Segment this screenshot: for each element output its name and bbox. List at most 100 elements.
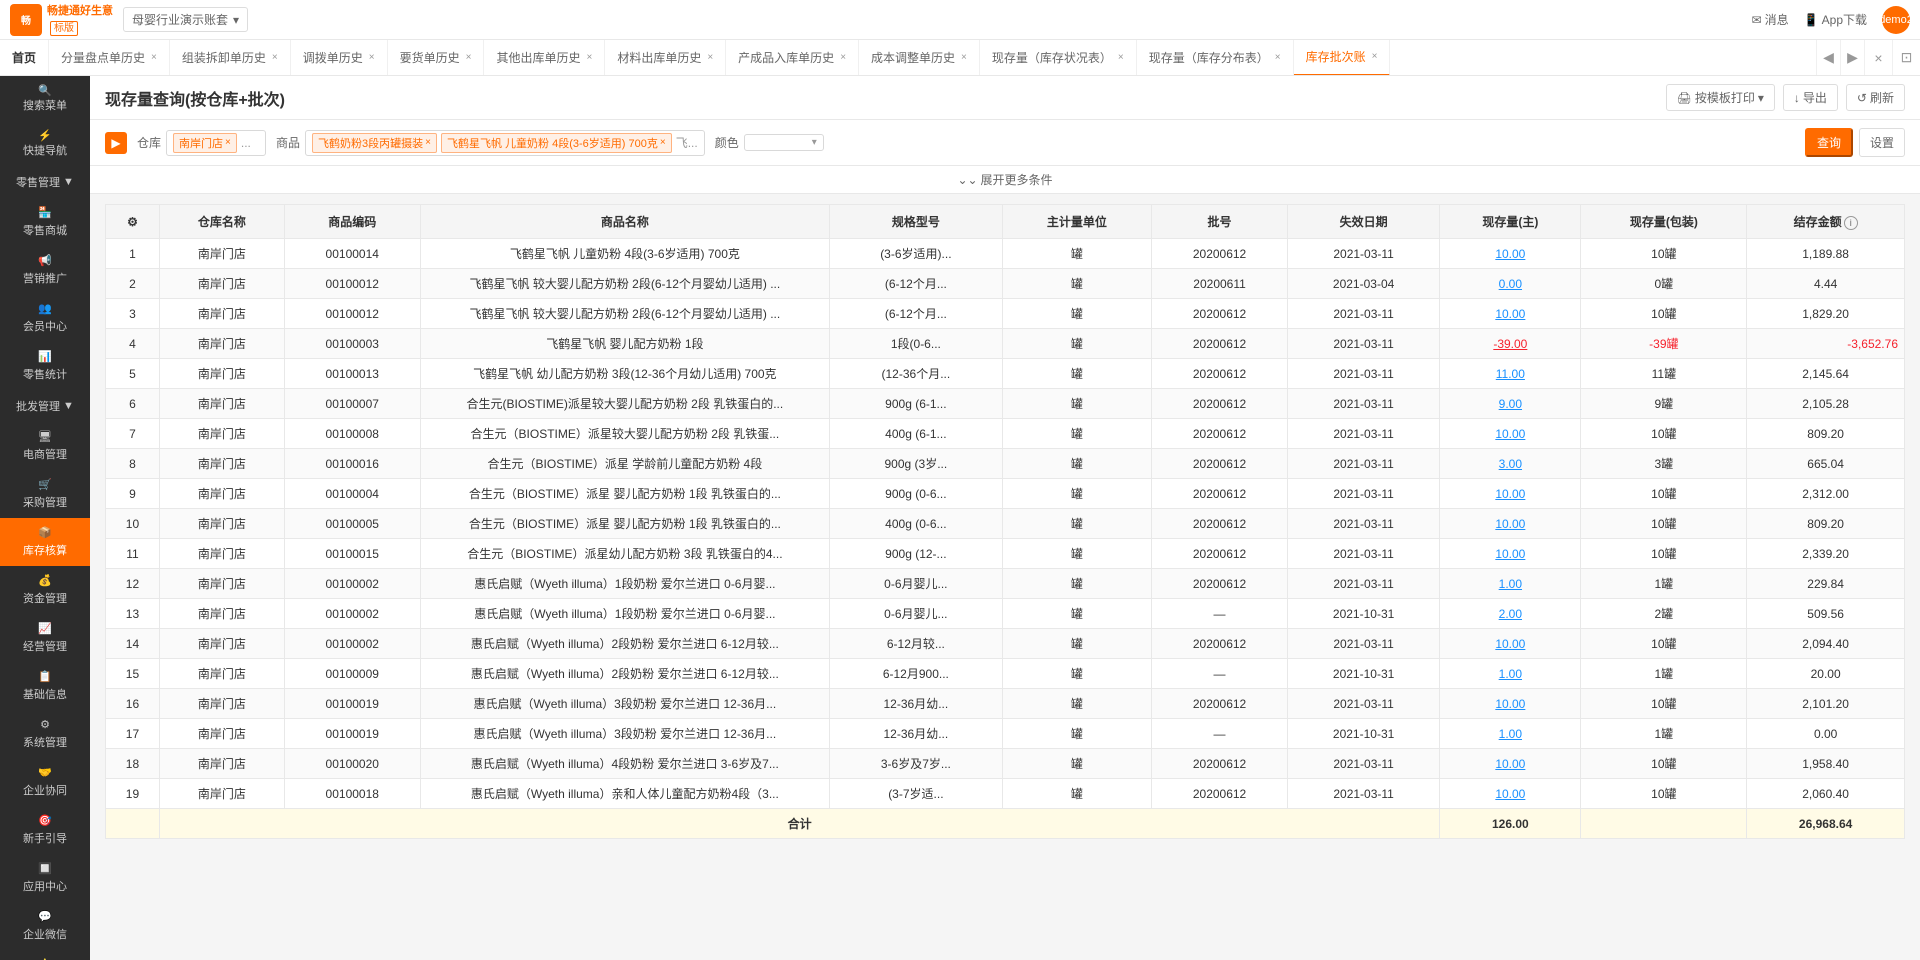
tab-8-close[interactable]: × — [961, 52, 967, 63]
members-icon: 👥 — [38, 302, 52, 315]
product-filter-tags[interactable]: 飞鹤奶粉3段丙罐摄装 × 飞鹤星飞帆 儿童奶粉 4段(3-6岁适用) 700克 … — [305, 130, 705, 156]
sidebar-item-finance[interactable]: 💰 资金管理 — [0, 566, 90, 614]
tab-10[interactable]: 现存量（库存分布表） × — [1137, 40, 1294, 76]
warehouse-more[interactable]: ... — [241, 136, 251, 150]
nav-maximize[interactable]: ⊡ — [1892, 40, 1920, 76]
sidebar-item-ecommerce[interactable]: 🖥 电商管理 — [0, 422, 90, 470]
cell-stock-main[interactable]: 1.00 — [1440, 659, 1581, 689]
tab-1[interactable]: 分量盘点单历史 × — [49, 40, 170, 76]
cell-stock-main[interactable]: 10.00 — [1440, 689, 1581, 719]
industry-selector[interactable]: 母婴行业演示账套 ▾ — [123, 7, 248, 32]
nav-close-all[interactable]: × — [1864, 40, 1892, 76]
product-tag-1-close[interactable]: × — [425, 137, 431, 148]
sidebar-quick-nav[interactable]: ⚡ 快捷导航 — [0, 121, 90, 166]
sidebar-item-enterprise[interactable]: 🤝 企业协同 — [0, 758, 90, 806]
expand-more-button[interactable]: ⌄⌄ 展开更多条件 — [957, 171, 1052, 188]
sidebar-item-wechat[interactable]: 💬 企业微信 — [0, 902, 90, 950]
tab-home[interactable]: 首页 — [0, 40, 49, 76]
sidebar-item-operations[interactable]: 📈 经营管理 — [0, 614, 90, 662]
cell-stock-pkg: 10罐 — [1581, 479, 1747, 509]
sidebar-item-inventory[interactable]: 📦 库存核算 — [0, 518, 90, 566]
cell-stock-main[interactable]: -39.00 — [1440, 329, 1581, 359]
cell-stock-main[interactable]: 0.00 — [1440, 269, 1581, 299]
sidebar-item-purchase[interactable]: 🛒 采购管理 — [0, 470, 90, 518]
sidebar-item-vip[interactable]: ⭐ 畅会员 — [0, 950, 90, 960]
product-tag-1[interactable]: 飞鹤奶粉3段丙罐摄装 × — [312, 133, 437, 153]
cell-stock-main[interactable]: 10.00 — [1440, 299, 1581, 329]
settings-button[interactable]: 设置 — [1859, 128, 1905, 157]
sidebar-item-marketing[interactable]: 📢 营销推广 — [0, 246, 90, 294]
cell-stock-main[interactable]: 3.00 — [1440, 449, 1581, 479]
tab-4-close[interactable]: × — [466, 52, 472, 63]
warehouse-tag-close[interactable]: × — [225, 137, 231, 148]
balance-info-icon[interactable]: i — [1844, 216, 1858, 230]
cell-stock-main[interactable]: 10.00 — [1440, 509, 1581, 539]
tab-3[interactable]: 调拨单历史 × — [291, 40, 388, 76]
sidebar-search[interactable]: 🔍 搜索菜单 — [0, 76, 90, 121]
table-settings-icon[interactable]: ⚙ — [127, 215, 138, 229]
cell-stock-main[interactable]: 10.00 — [1440, 479, 1581, 509]
tab-11[interactable]: 库存批次账 × — [1294, 40, 1391, 76]
product-filter: 商品 飞鹤奶粉3段丙罐摄装 × 飞鹤星飞帆 儿童奶粉 4段(3-6岁适用) 70… — [276, 130, 705, 156]
tab-9-close[interactable]: × — [1118, 52, 1124, 63]
tab-7-close[interactable]: × — [840, 52, 846, 63]
cell-stock-main[interactable]: 1.00 — [1440, 569, 1581, 599]
cell-stock-main[interactable]: 2.00 — [1440, 599, 1581, 629]
cell-batch: 20200612 — [1152, 419, 1288, 449]
sidebar-item-guide[interactable]: 🎯 新手引导 — [0, 806, 90, 854]
tab-4[interactable]: 要货单历史 × — [388, 40, 485, 76]
sidebar-item-retail-stats[interactable]: 📊 零售统计 — [0, 342, 90, 390]
export-button[interactable]: ↓ 导出 — [1783, 84, 1838, 111]
sidebar-item-system[interactable]: ⚙ 系统管理 — [0, 710, 90, 758]
tab-7[interactable]: 产成品入库单历史 × — [726, 40, 859, 76]
tab-8[interactable]: 成本调整单历史 × — [859, 40, 980, 76]
sidebar-item-retail-mall[interactable]: 🏪 零售商城 — [0, 198, 90, 246]
tab-3-close[interactable]: × — [369, 52, 375, 63]
tab-10-close[interactable]: × — [1275, 52, 1281, 63]
cell-stock-main[interactable]: 10.00 — [1440, 779, 1581, 809]
nav-next[interactable]: ▶ — [1840, 40, 1864, 76]
cell-stock-main[interactable]: 10.00 — [1440, 419, 1581, 449]
sidebar-item-retail-management[interactable]: 零售管理 ▼ — [0, 166, 90, 198]
tab-1-close[interactable]: × — [151, 52, 157, 63]
tab-9[interactable]: 现存量（库存状况表） × — [980, 40, 1137, 76]
ecommerce-label: 电商管理 — [23, 446, 67, 462]
color-filter-input[interactable]: ▾ — [744, 134, 824, 151]
print-button[interactable]: 🖨 按模板打印 ▾ — [1666, 84, 1775, 111]
filter-expand-button[interactable]: ▶ — [105, 132, 127, 154]
tab-6[interactable]: 材料出库单历史 × — [605, 40, 726, 76]
cell-stock-main[interactable]: 11.00 — [1440, 359, 1581, 389]
refresh-button[interactable]: ↺ 刷新 — [1846, 84, 1905, 111]
retail-stats-icon: 📊 — [38, 350, 52, 363]
app-download-button[interactable]: 📱 App下载 — [1804, 11, 1867, 28]
tab-5[interactable]: 其他出库单历史 × — [484, 40, 605, 76]
cell-stock-main[interactable]: 10.00 — [1440, 629, 1581, 659]
cell-batch: 20200612 — [1152, 329, 1288, 359]
sidebar-item-members[interactable]: 👥 会员中心 — [0, 294, 90, 342]
product-tag-2[interactable]: 飞鹤星飞帆 儿童奶粉 4段(3-6岁适用) 700克 × — [441, 133, 672, 153]
cell-stock-main[interactable]: 10.00 — [1440, 539, 1581, 569]
nav-prev[interactable]: ◀ — [1816, 40, 1840, 76]
product-tag-2-close[interactable]: × — [660, 137, 666, 148]
cell-stock-main[interactable]: 10.00 — [1440, 239, 1581, 269]
message-button[interactable]: ✉ 消息 — [1752, 11, 1789, 28]
sidebar-item-basic-info[interactable]: 📋 基础信息 — [0, 662, 90, 710]
cell-stock-main[interactable]: 9.00 — [1440, 389, 1581, 419]
product-more[interactable]: 飞... — [676, 134, 698, 151]
cell-warehouse: 南岸门店 — [159, 269, 284, 299]
tab-6-close[interactable]: × — [707, 52, 713, 63]
query-button[interactable]: 查询 — [1805, 128, 1853, 157]
warehouse-tag-nanximen[interactable]: 南岸门店 × — [173, 133, 237, 153]
cell-unit: 罐 — [1002, 689, 1151, 719]
col-settings[interactable]: ⚙ — [106, 205, 160, 239]
sidebar-item-wholesale[interactable]: 批发管理 ▼ — [0, 390, 90, 422]
avatar[interactable]: demo2 — [1882, 6, 1910, 34]
tab-11-close[interactable]: × — [1372, 51, 1378, 62]
tab-2-close[interactable]: × — [272, 52, 278, 63]
cell-stock-main[interactable]: 10.00 — [1440, 749, 1581, 779]
warehouse-filter-tags[interactable]: 南岸门店 × ... — [166, 130, 266, 156]
sidebar-item-app-center[interactable]: 🔲 应用中心 — [0, 854, 90, 902]
tab-2[interactable]: 组装拆卸单历史 × — [170, 40, 291, 76]
tab-5-close[interactable]: × — [586, 52, 592, 63]
cell-stock-main[interactable]: 1.00 — [1440, 719, 1581, 749]
